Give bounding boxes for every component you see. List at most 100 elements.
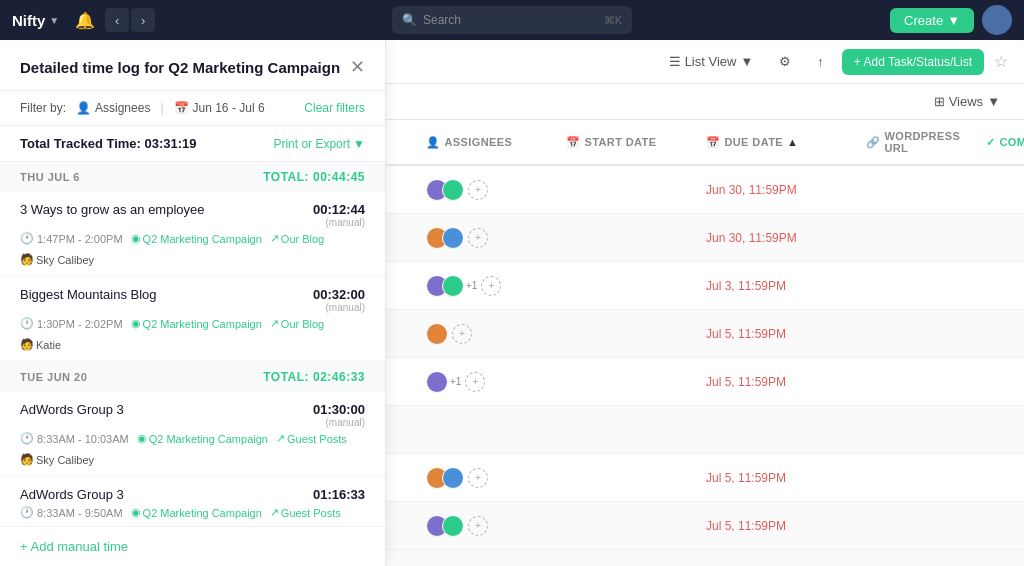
search-bar[interactable]: 🔍 Search ⌘K [392, 6, 632, 34]
table-row[interactable]: + Jul 5, 11:59PM [386, 310, 1024, 358]
clear-filters-button[interactable]: Clear filters [304, 101, 365, 115]
avatar-group: + [426, 323, 472, 345]
td-completed[interactable] [978, 182, 1008, 198]
filter-divider: | [160, 101, 163, 115]
modal-title: Detailed time log for Q2 Marketing Campa… [20, 59, 340, 76]
table-row[interactable]: + Jul 5, 11:59PM [386, 502, 1024, 550]
td-wordpress-url[interactable] [858, 374, 978, 390]
td-wordpress-url[interactable] [858, 422, 978, 438]
th-wordpress-url[interactable]: 🔗 Wordpress URL [858, 120, 978, 164]
views-button[interactable]: ⊞ Views ▼ [926, 90, 1008, 113]
td-assignees: + [418, 507, 558, 545]
entry-duration: 01:30:00 [313, 402, 365, 417]
app-logo[interactable]: Nifty ▼ [12, 12, 59, 29]
td-wordpress-url[interactable] [858, 278, 978, 294]
modal-close-button[interactable]: ✕ [350, 58, 365, 76]
td-start-date[interactable] [558, 422, 698, 438]
user-avatar[interactable] [982, 5, 1012, 35]
td-start-date[interactable] [558, 470, 698, 486]
td-due-date[interactable]: Jul 3, 11:59PM [698, 271, 858, 301]
assignees-filter[interactable]: 👤 Assignees [76, 101, 150, 115]
entry-duration: 00:32:00 [313, 287, 365, 302]
th-start-date[interactable]: 📅 Start Date [558, 120, 698, 164]
td-due-date[interactable]: Jun 30, 11:59PM [698, 175, 858, 205]
avatar [426, 371, 448, 393]
td-start-date[interactable] [558, 182, 698, 198]
td-start-date[interactable] [558, 278, 698, 294]
avatar [426, 323, 448, 345]
entry-user: 🧑 Sky Calibey [20, 453, 94, 466]
list-arrow-icon: ↗ [276, 432, 285, 445]
td-task [402, 470, 418, 486]
td-due-date[interactable]: Jul 5, 11:59PM [698, 463, 858, 493]
date-filter[interactable]: 📅 Jun 16 - Jul 6 [174, 101, 265, 115]
td-completed[interactable] [978, 422, 1008, 438]
td-wordpress-url[interactable] [858, 182, 978, 198]
td-completed[interactable] [978, 278, 1008, 294]
assignees-col-icon: 👤 [426, 136, 440, 149]
td-completed[interactable] [978, 470, 1008, 486]
entry-list[interactable]: ↗ Our Blog [270, 232, 324, 245]
avatar-group: + [426, 515, 488, 537]
add-member-button[interactable]: + [481, 276, 501, 296]
print-export-button[interactable]: Print or Export ▼ [273, 137, 365, 151]
table-row[interactable]: + Jun 30, 11:59PM [386, 214, 1024, 262]
td-due-date[interactable]: Jun 30, 11:59PM [698, 223, 858, 253]
forward-button[interactable]: › [131, 8, 155, 32]
notification-bell-icon[interactable]: 🔔 [75, 11, 95, 30]
table-row[interactable]: +1+Jul 3, 11:59PM [386, 262, 1024, 310]
td-completed[interactable] [978, 326, 1008, 342]
td-start-date[interactable] [558, 230, 698, 246]
td-task [402, 230, 418, 246]
list-arrow-icon: ↗ [270, 232, 279, 245]
add-member-button[interactable]: + [465, 372, 485, 392]
add-member-button[interactable]: + [468, 516, 488, 536]
entry-project[interactable]: ◉ Q2 Marketing Campaign [131, 232, 262, 245]
entry-list[interactable]: ↗ Guest Posts [276, 432, 347, 445]
th-completed[interactable]: ✓ Completed + [978, 120, 1008, 164]
td-completed[interactable] [978, 374, 1008, 390]
list-view-button[interactable]: ☰ List View ▼ [661, 50, 762, 73]
td-wordpress-url[interactable] [858, 326, 978, 342]
entry-project[interactable]: ◉ Q2 Marketing Campaign [131, 506, 262, 519]
time-entry: AdWords Group 3 01:30:00 (manual) 🕐 8:33… [0, 392, 385, 477]
entry-list[interactable]: ↗ Our Blog [270, 317, 324, 330]
table-row[interactable]: + Jul 5, 11:59PM [386, 454, 1024, 502]
td-wordpress-url[interactable] [858, 470, 978, 486]
th-due-date[interactable]: 📅 Due Date ▲ [698, 120, 858, 164]
entry-project[interactable]: ◉ Q2 Marketing Campaign [131, 317, 262, 330]
time-entry: Biggest Mountains Blog 00:32:00 (manual)… [0, 277, 385, 362]
entry-list[interactable]: ↗ Guest Posts [270, 506, 341, 519]
td-due-date[interactable]: Jul 5, 11:59PM [698, 511, 858, 541]
back-button[interactable]: ‹ [105, 8, 129, 32]
add-task-button[interactable]: + Add Task/Status/List [842, 49, 984, 75]
search-icon: 🔍 [402, 13, 417, 27]
add-manual-time-button[interactable]: + Add manual time [20, 539, 365, 554]
sort-icon: ▲ [787, 136, 798, 148]
td-completed[interactable] [978, 518, 1008, 534]
td-start-date[interactable] [558, 518, 698, 534]
td-due-date[interactable] [698, 422, 858, 438]
td-due-date[interactable]: Jul 5, 11:59PM [698, 367, 858, 397]
table-row[interactable]: + Jun 30, 11:59PM [386, 166, 1024, 214]
td-start-date[interactable] [558, 326, 698, 342]
table-row[interactable] [386, 406, 1024, 454]
td-completed[interactable] [978, 230, 1008, 246]
td-wordpress-url[interactable] [858, 230, 978, 246]
avatar [442, 275, 464, 297]
settings-button[interactable]: ⚙ [771, 50, 799, 73]
share-button[interactable]: ↑ [809, 50, 832, 73]
add-member-button[interactable]: + [468, 468, 488, 488]
td-wordpress-url[interactable] [858, 518, 978, 534]
td-due-date[interactable]: Jul 5, 11:59PM [698, 319, 858, 349]
day-header-tue-jun20: TUE JUN 20 TOTAL: 02:46:33 [0, 362, 385, 392]
star-button[interactable]: ☆ [994, 52, 1008, 71]
th-assignees[interactable]: 👤 Assignees [418, 120, 558, 164]
add-member-button[interactable]: + [468, 180, 488, 200]
add-member-button[interactable]: + [468, 228, 488, 248]
add-member-button[interactable]: + [452, 324, 472, 344]
td-start-date[interactable] [558, 374, 698, 390]
create-button[interactable]: Create ▼ [890, 8, 974, 33]
table-row[interactable]: +1+Jul 5, 11:59PM [386, 358, 1024, 406]
entry-project[interactable]: ◉ Q2 Marketing Campaign [137, 432, 268, 445]
